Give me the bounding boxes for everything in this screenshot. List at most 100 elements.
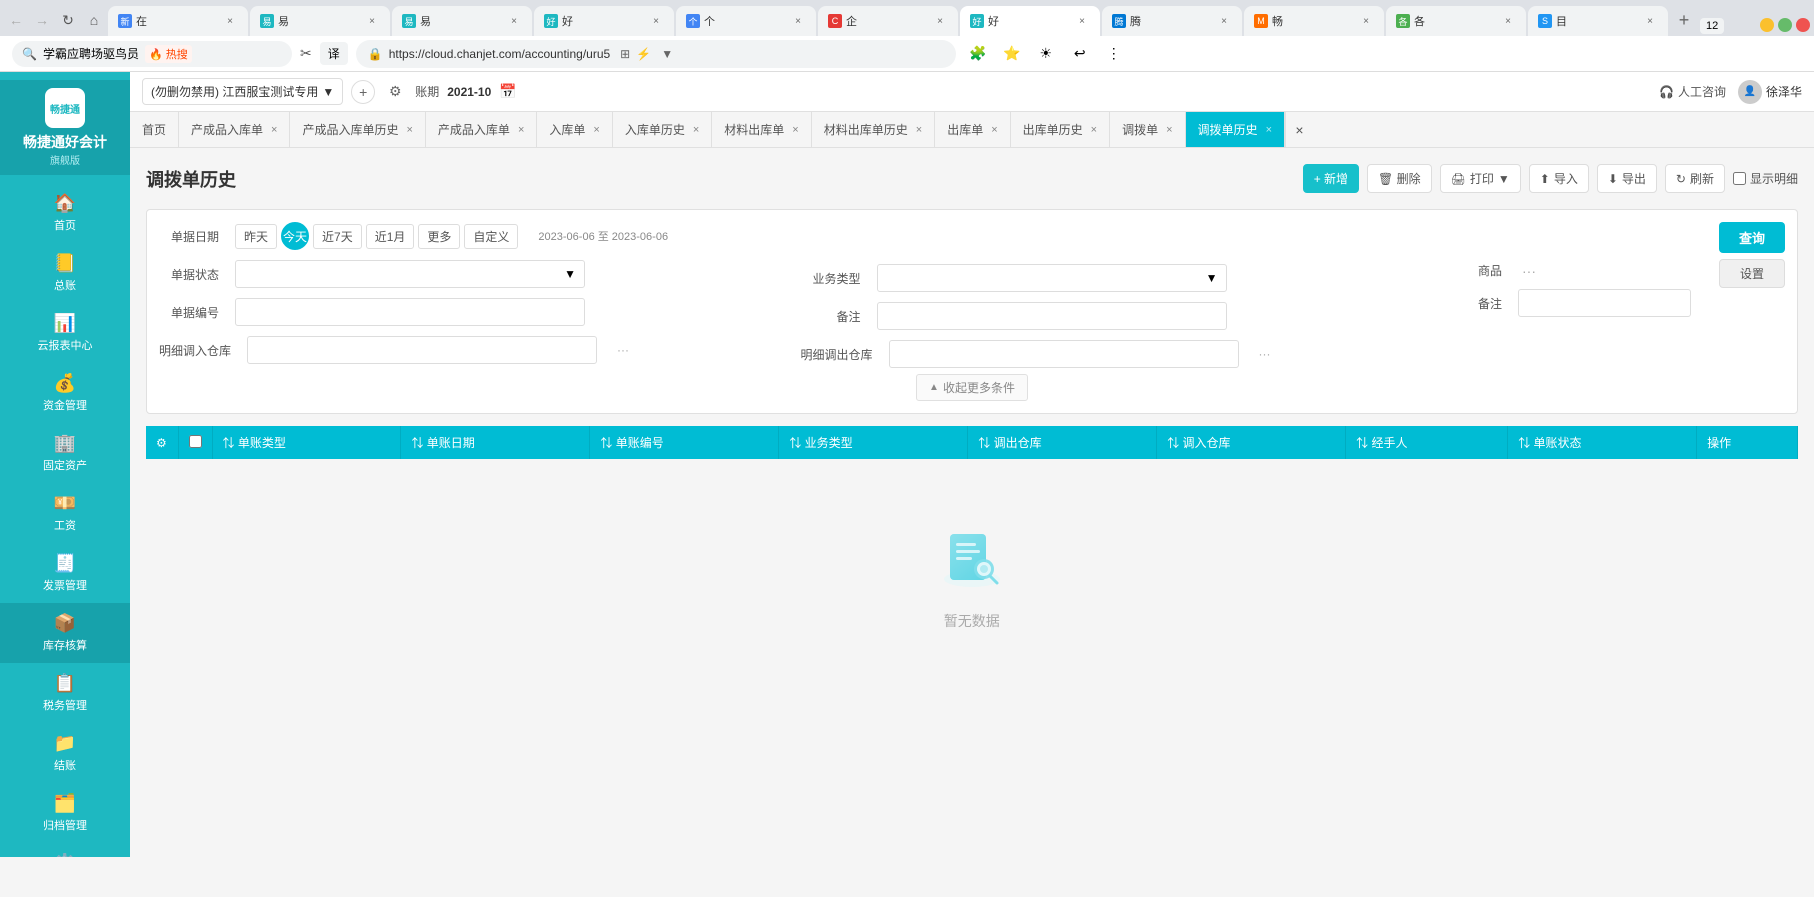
browser-tab[interactable]: 各 各 × bbox=[1386, 6, 1526, 36]
inner-tab-mat-out-hist[interactable]: 材料出库单历史 × bbox=[812, 112, 935, 148]
calendar-icon[interactable]: 📅 bbox=[499, 83, 516, 100]
inner-tab-prod-in-hist-close[interactable]: × bbox=[406, 124, 412, 136]
sidebar-item-assets[interactable]: 🏢 固定资产 bbox=[0, 423, 130, 483]
filter-goods-dots[interactable]: ··· bbox=[1522, 263, 1536, 279]
tab-close-icon[interactable]: × bbox=[1358, 13, 1374, 29]
last7-btn[interactable]: 近7天 bbox=[313, 224, 362, 249]
scissors-icon[interactable]: ✂ bbox=[300, 45, 312, 62]
custom-btn[interactable]: 自定义 bbox=[464, 224, 518, 249]
th-transfer-out[interactable]: ⇅ 调出仓库 bbox=[968, 426, 1157, 459]
yesterday-btn[interactable]: 昨天 bbox=[235, 224, 277, 249]
tab-close-icon[interactable]: × bbox=[648, 13, 664, 29]
th-checkbox[interactable] bbox=[178, 426, 212, 459]
inner-tab-prod-in-close[interactable]: × bbox=[271, 124, 277, 136]
sidebar-item-fund[interactable]: 💰 资金管理 bbox=[0, 363, 130, 423]
translate-btn[interactable]: 译 bbox=[320, 42, 348, 65]
inner-tab-mat-out-hist-close[interactable]: × bbox=[916, 124, 922, 136]
filter-status-select[interactable]: ▼ bbox=[235, 260, 585, 288]
inner-nav-close-all[interactable]: × bbox=[1285, 112, 1313, 148]
sidebar-item-wages[interactable]: 💴 工资 bbox=[0, 483, 130, 543]
sidebar-item-inventory[interactable]: 📦 库存核算 bbox=[0, 603, 130, 663]
inner-tab-transfer-hist-close[interactable]: × bbox=[1266, 124, 1272, 136]
inner-tab-prod-in-hist[interactable]: 产成品入库单历史 × bbox=[290, 112, 425, 148]
setting-btn[interactable]: 设置 bbox=[1719, 259, 1785, 288]
import-btn[interactable]: ⬆ 导入 bbox=[1529, 164, 1589, 193]
inner-tab-in-hist[interactable]: 入库单历史 × bbox=[613, 112, 712, 148]
collapse-btn[interactable]: ▲ 收起更多条件 bbox=[916, 374, 1028, 401]
tab-close-icon[interactable]: × bbox=[1500, 13, 1516, 29]
bookmark-icon[interactable]: ⭐ bbox=[998, 40, 1026, 68]
add-company-btn[interactable]: + bbox=[351, 80, 375, 104]
filter-docno-input[interactable] bbox=[235, 298, 585, 326]
browser-nav-refresh[interactable]: ↻ bbox=[56, 8, 80, 32]
export-btn[interactable]: ⬇ 导出 bbox=[1597, 164, 1657, 193]
filter-detail-in-input[interactable] bbox=[247, 336, 597, 364]
browser-window-minimize[interactable] bbox=[1760, 18, 1774, 32]
th-handler[interactable]: ⇅ 经手人 bbox=[1346, 426, 1508, 459]
lastmonth-btn[interactable]: 近1月 bbox=[366, 224, 415, 249]
display-toggle[interactable]: 显示明细 bbox=[1733, 170, 1798, 187]
inner-tab-prod-in2[interactable]: 产成品入库单 × bbox=[426, 112, 537, 148]
browser-tab[interactable]: 好 好 × bbox=[534, 6, 674, 36]
th-biz-type[interactable]: ⇅ 业务类型 bbox=[779, 426, 968, 459]
browser-tab[interactable]: 腾 腾 × bbox=[1102, 6, 1242, 36]
browser-new-tab[interactable]: + bbox=[1670, 6, 1698, 34]
filter-note-input[interactable] bbox=[877, 302, 1227, 330]
search-box-left[interactable]: 🔍 学霸应聘场驱鸟员 🔥 热搜 bbox=[12, 41, 292, 67]
browser-nav-home[interactable]: ⌂ bbox=[82, 8, 106, 32]
print-btn[interactable]: 🖨 打印 ▼ bbox=[1440, 164, 1521, 193]
inner-tab-in-order[interactable]: 入库单 × bbox=[537, 112, 612, 148]
sidebar-item-report[interactable]: 📊 云报表中心 bbox=[0, 303, 130, 363]
tab-close-icon[interactable]: × bbox=[1216, 13, 1232, 29]
filter-note2-input[interactable] bbox=[1518, 289, 1691, 317]
browser-tab-count[interactable]: 12 bbox=[1700, 18, 1724, 34]
extensions-icon[interactable]: 🧩 bbox=[964, 40, 992, 68]
th-doc-no[interactable]: ⇅ 单账编号 bbox=[590, 426, 779, 459]
theme-icon[interactable]: ☀ bbox=[1032, 40, 1060, 68]
th-doc-status[interactable]: ⇅ 单账状态 bbox=[1508, 426, 1697, 459]
inner-tab-in-hist-close[interactable]: × bbox=[693, 124, 699, 136]
inner-tab-prod-in[interactable]: 产成品入库单 × bbox=[179, 112, 290, 148]
sidebar-item-ledger[interactable]: 📒 总账 bbox=[0, 243, 130, 303]
service-btn[interactable]: 🎧 人工咨询 bbox=[1659, 83, 1726, 100]
tab-close-icon[interactable]: × bbox=[932, 13, 948, 29]
sidebar-item-invoice[interactable]: 🧾 发票管理 bbox=[0, 543, 130, 603]
inner-tab-prod-in2-close[interactable]: × bbox=[518, 124, 524, 136]
filter-detail-out-dots[interactable]: ··· bbox=[1259, 347, 1271, 361]
browser-window-maximize[interactable] bbox=[1778, 18, 1792, 32]
new-btn[interactable]: + 新增 bbox=[1303, 164, 1359, 193]
today-btn[interactable]: 今天 bbox=[281, 222, 309, 250]
th-gear[interactable]: ⚙ bbox=[146, 426, 178, 459]
th-doc-type[interactable]: ⇅ 单账类型 bbox=[212, 426, 401, 459]
browser-tab[interactable]: 易 易 × bbox=[250, 6, 390, 36]
browser-tab[interactable]: C 企 × bbox=[818, 6, 958, 36]
tab-close-icon[interactable]: × bbox=[222, 13, 238, 29]
delete-btn[interactable]: 🗑 删除 bbox=[1367, 164, 1432, 193]
tab-close-icon[interactable]: × bbox=[364, 13, 380, 29]
tab-close-icon[interactable]: × bbox=[1642, 13, 1658, 29]
inner-tab-out-order[interactable]: 出库单 × bbox=[935, 112, 1010, 148]
sidebar-item-home[interactable]: 🏠 首页 bbox=[0, 183, 130, 243]
tab-close-icon[interactable]: × bbox=[790, 13, 806, 29]
sidebar-item-archive[interactable]: 🗂️ 归档管理 bbox=[0, 783, 130, 843]
inner-tab-out-hist[interactable]: 出库单历史 × bbox=[1011, 112, 1110, 148]
browser-tab[interactable]: M 畅 × bbox=[1244, 6, 1384, 36]
inner-tab-transfer[interactable]: 调拨单 × bbox=[1110, 112, 1185, 148]
menu-icon[interactable]: ⋮ bbox=[1100, 40, 1128, 68]
browser-window-close[interactable] bbox=[1796, 18, 1810, 32]
history-back-icon[interactable]: ↩ bbox=[1066, 40, 1094, 68]
chevron-down-icon[interactable]: ▼ bbox=[661, 47, 673, 61]
inner-tab-transfer-hist[interactable]: 调拨单历史 × bbox=[1186, 112, 1285, 148]
inner-tab-home[interactable]: 首页 bbox=[130, 112, 179, 148]
display-checkbox[interactable] bbox=[1733, 172, 1746, 185]
inner-tab-mat-out-close[interactable]: × bbox=[792, 124, 798, 136]
browser-tab[interactable]: 新 在 × bbox=[108, 6, 248, 36]
browser-tab[interactable]: S 目 × bbox=[1528, 6, 1668, 36]
inner-tab-in-order-close[interactable]: × bbox=[593, 124, 599, 136]
browser-tab[interactable]: 易 易 × bbox=[392, 6, 532, 36]
company-selector[interactable]: (勿删勿禁用) 江西服宝测试专用 ▼ bbox=[142, 78, 343, 105]
inner-tab-transfer-close[interactable]: × bbox=[1166, 124, 1172, 136]
browser-tab[interactable]: 个 个 × bbox=[676, 6, 816, 36]
inner-tab-out-hist-close[interactable]: × bbox=[1091, 124, 1097, 136]
user-info[interactable]: 👤 徐泽华 bbox=[1738, 80, 1802, 104]
